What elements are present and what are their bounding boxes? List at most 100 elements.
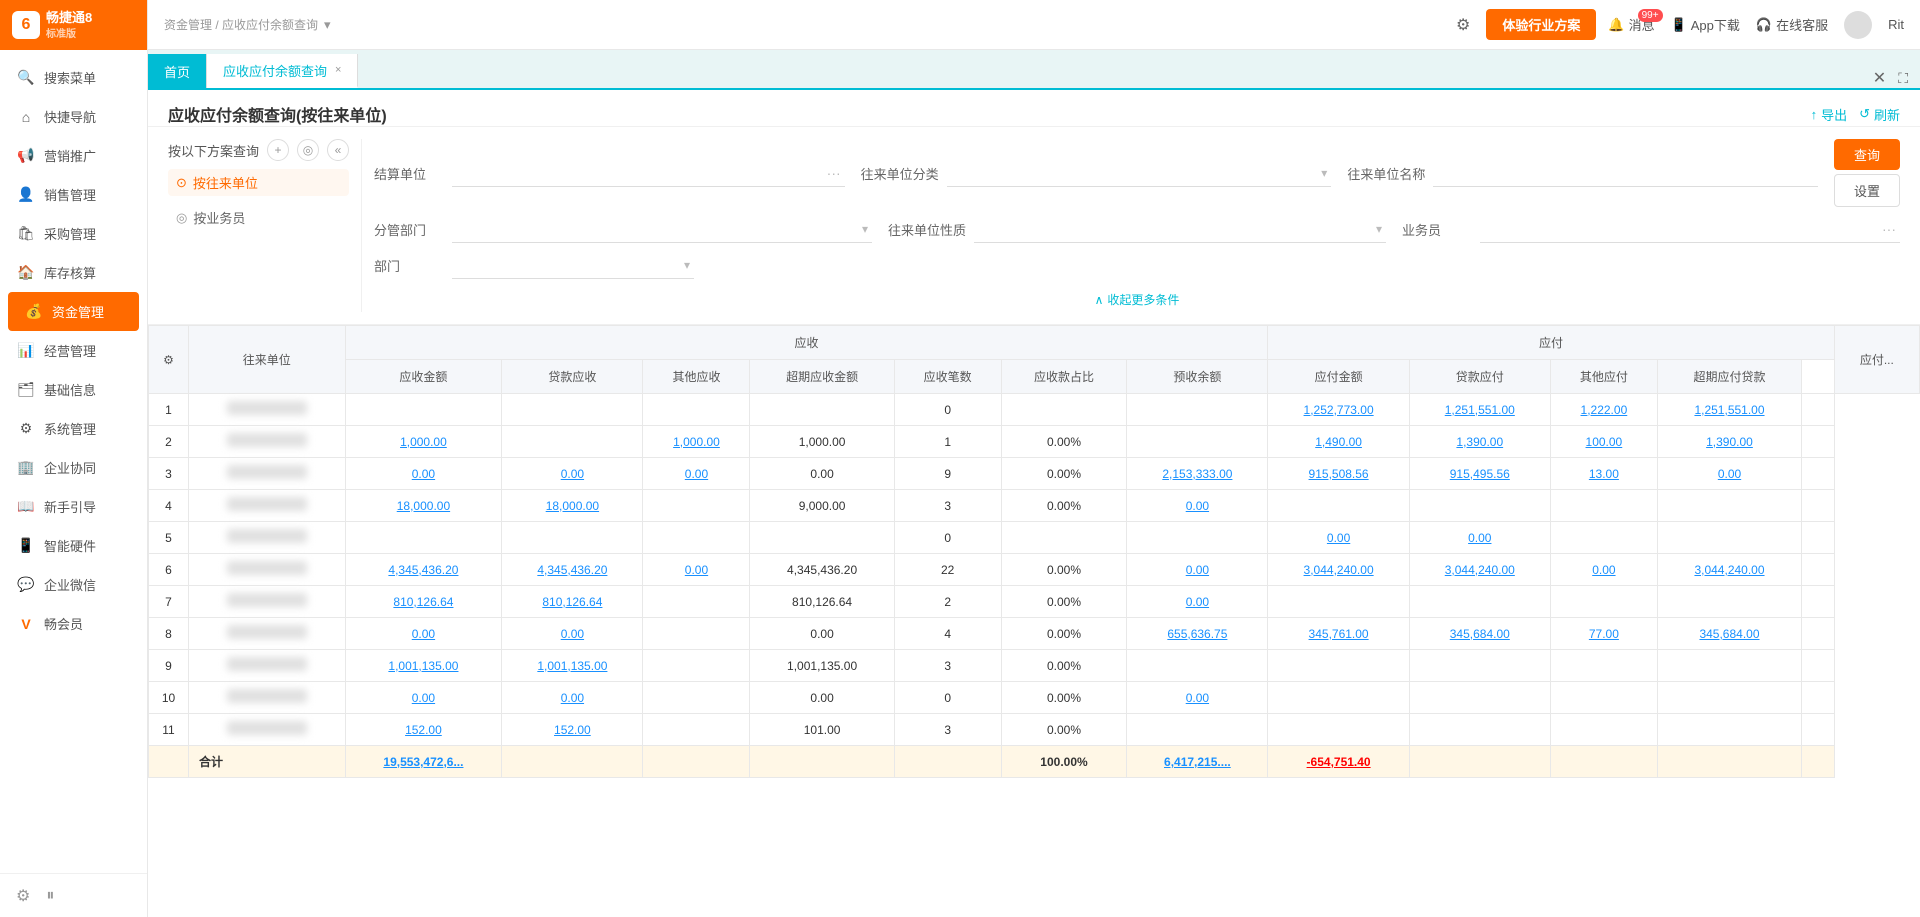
edit-query-btn[interactable]: ◎ — [297, 139, 319, 161]
window-maximize-icon[interactable]: ⛶ — [1898, 70, 1908, 87]
sidebar-item-quicknav[interactable]: ⌂ 快捷导航 — [0, 97, 147, 136]
partner-name-label: 往来单位名称 — [1347, 164, 1425, 183]
user-avatar[interactable] — [1844, 11, 1872, 39]
summary-ar-prepay[interactable]: 6,417,215.... — [1127, 746, 1268, 778]
sidebar-item-sales[interactable]: 👤 销售管理 — [0, 175, 147, 214]
field-salesperson: 业务员 ··· — [1402, 215, 1900, 243]
member-icon: V — [16, 616, 36, 632]
dept-manager-chevron[interactable]: ▾ — [862, 222, 868, 236]
salesperson-input[interactable] — [1480, 215, 1900, 243]
table-row: 30.000.000.000.0090.00%2,153,333.00915,5… — [149, 458, 1920, 490]
summary-ar-total[interactable]: 19,553,472,6... — [345, 746, 502, 778]
partner-nature-chevron[interactable]: ▾ — [1376, 222, 1382, 236]
tab-arquery[interactable]: 应收应付余额查询 × — [207, 54, 358, 88]
main-content: 应收应付余额查询(按往来单位) ↑ 导出 ↺ 刷新 按以下方案查询 + ◎ « … — [148, 90, 1920, 917]
sidebar-item-wechat[interactable]: 💬 企业微信 — [0, 565, 147, 604]
search-right: 结算单位 ··· 往来单位分类 ▾ 往来单位名称 — [374, 139, 1900, 312]
sidebar-item-enterprise[interactable]: 🏢 企业协同 — [0, 448, 147, 487]
message-button[interactable]: 🔔 消息 99+ — [1608, 15, 1654, 34]
chevron-down-icon[interactable]: ▾ — [324, 17, 331, 33]
export-icon: ↑ — [1811, 107, 1818, 122]
finance-icon: 💰 — [24, 303, 44, 320]
search-row-3: 部门 ▾ — [374, 251, 1900, 279]
sidebar-item-system[interactable]: ⚙ 系统管理 — [0, 409, 147, 448]
sidebar-label-wechat: 企业微信 — [44, 575, 96, 594]
query-button[interactable]: 查询 — [1834, 139, 1900, 170]
sidebar-label-quicknav: 快捷导航 — [44, 107, 96, 126]
th-ar-amount: 应收金额 — [345, 360, 502, 394]
dept-manager-input[interactable] — [452, 215, 872, 243]
table-settings-icon[interactable]: ⚙ — [163, 353, 174, 367]
th-settings[interactable]: ⚙ — [149, 326, 189, 394]
dept-manager-label: 分管部门 — [374, 220, 444, 239]
field-dept-manager: 分管部门 ▾ — [374, 215, 872, 243]
tab-close-icon[interactable]: × — [335, 64, 341, 76]
department-input[interactable] — [452, 251, 694, 279]
sidebar-bottom: ⚙ ⏸ — [0, 873, 147, 917]
th-ar-group: 应收 — [345, 326, 1268, 360]
summary-ap-total[interactable]: -654,751.40 — [1268, 746, 1409, 778]
partner-category-input[interactable] — [947, 159, 1332, 187]
promo-button[interactable]: 体验行业方案 — [1486, 9, 1596, 40]
partner-category-chevron[interactable]: ▾ — [1321, 166, 1327, 180]
field-partner-name: 往来单位名称 — [1347, 159, 1818, 187]
sidebar-item-basic[interactable]: 🗂 基础信息 — [0, 370, 147, 409]
export-button[interactable]: ↑ 导出 — [1811, 105, 1848, 124]
bottom-collapse-icon[interactable]: ⏸ — [46, 887, 54, 905]
collapse-row: ∧ 收起更多条件 — [374, 287, 1900, 312]
th-ap-other: 其他应付 — [1550, 360, 1657, 394]
summary-ar-ratio: 100.00% — [1001, 746, 1127, 778]
th-ar-ratio: 应收款占比 — [1001, 360, 1127, 394]
partner-name-input[interactable] — [1433, 159, 1818, 187]
breadcrumb-text: 资金管理 / 应收应付余额查询 — [164, 16, 318, 33]
topbar: 资金管理 / 应收应付余额查询 ▾ ⚙ 体验行业方案 🔔 消息 99+ 📱 Ap… — [148, 0, 1920, 50]
field-partner-nature: 往来单位性质 ▾ — [888, 215, 1386, 243]
field-settlement-unit: 结算单位 ··· — [374, 159, 845, 187]
salesperson-dots[interactable]: ··· — [1882, 221, 1896, 237]
username[interactable]: Rit — [1888, 17, 1904, 32]
query-by-partner[interactable]: ⊙ 按往来单位 — [168, 169, 349, 196]
sidebar-label-guide: 新手引导 — [44, 497, 96, 516]
sidebar-item-finance[interactable]: 💰 资金管理 — [8, 292, 139, 331]
sidebar-item-purchase[interactable]: 🛍 采购管理 — [0, 214, 147, 253]
sidebar-label-basic: 基础信息 — [44, 380, 96, 399]
summary-row: 合计 19,553,472,6... 100.00% 6,417,215....… — [149, 746, 1920, 778]
table-row: 64,345,436.204,345,436.200.004,345,436.2… — [149, 554, 1920, 586]
sidebar-item-search[interactable]: 🔍 搜索菜单 — [0, 58, 147, 97]
app-download-button[interactable]: 📱 App下载 — [1671, 15, 1740, 34]
refresh-button[interactable]: ↺ 刷新 — [1859, 105, 1900, 124]
settlement-unit-dots[interactable]: ··· — [827, 165, 841, 181]
collapse-button[interactable]: ∧ 收起更多条件 — [1095, 291, 1180, 308]
sidebar-item-operation[interactable]: 📊 经营管理 — [0, 331, 147, 370]
gear-icon[interactable]: ⚙ — [1456, 15, 1470, 35]
query-by-salesperson[interactable]: ◎ 按业务员 — [168, 204, 349, 231]
bottom-settings-icon[interactable]: ⚙ — [16, 886, 30, 906]
window-close-icon[interactable]: ✕ — [1873, 68, 1886, 88]
tab-home[interactable]: 首页 — [148, 54, 207, 88]
setting-button[interactable]: 设置 — [1834, 174, 1900, 207]
table-row: 80.000.000.0040.00%655,636.75345,761.003… — [149, 618, 1920, 650]
bell-icon: 🔔 — [1608, 17, 1624, 33]
sidebar-item-hardware[interactable]: 📱 智能硬件 — [0, 526, 147, 565]
department-chevron[interactable]: ▾ — [684, 258, 690, 272]
topbar-actions: ⚙ 体验行业方案 — [1456, 9, 1596, 40]
message-badge: 99+ — [1638, 9, 1663, 22]
logo-edition: 标准版 — [46, 25, 92, 40]
sidebar-item-inventory[interactable]: 🏠 库存核算 — [0, 253, 147, 292]
sidebar-item-guide[interactable]: 📖 新手引导 — [0, 487, 147, 526]
collapse-query-btn[interactable]: « — [327, 139, 349, 161]
data-table: ⚙ 往来单位 应收 应付 应付... 应收金额 贷款应收 其他应收 超期应收金额… — [148, 325, 1920, 778]
sidebar-item-member[interactable]: V 畅会员 — [0, 604, 147, 643]
sidebar-item-marketing[interactable]: 📢 营销推广 — [0, 136, 147, 175]
sales-icon: 👤 — [16, 186, 36, 203]
add-query-btn[interactable]: + — [267, 139, 289, 161]
sidebar-label-purchase: 采购管理 — [44, 224, 96, 243]
partner-nature-input[interactable] — [974, 215, 1386, 243]
th-ar-other: 其他应收 — [643, 360, 750, 394]
purchase-icon: 🛍 — [16, 225, 36, 242]
th-ar-overdue: 超期应收金额 — [750, 360, 894, 394]
online-service-button[interactable]: 🎧 在线客服 — [1756, 15, 1828, 34]
guide-icon: 📖 — [16, 498, 36, 515]
sidebar-label-enterprise: 企业协同 — [44, 458, 96, 477]
settlement-unit-input[interactable] — [452, 159, 845, 187]
